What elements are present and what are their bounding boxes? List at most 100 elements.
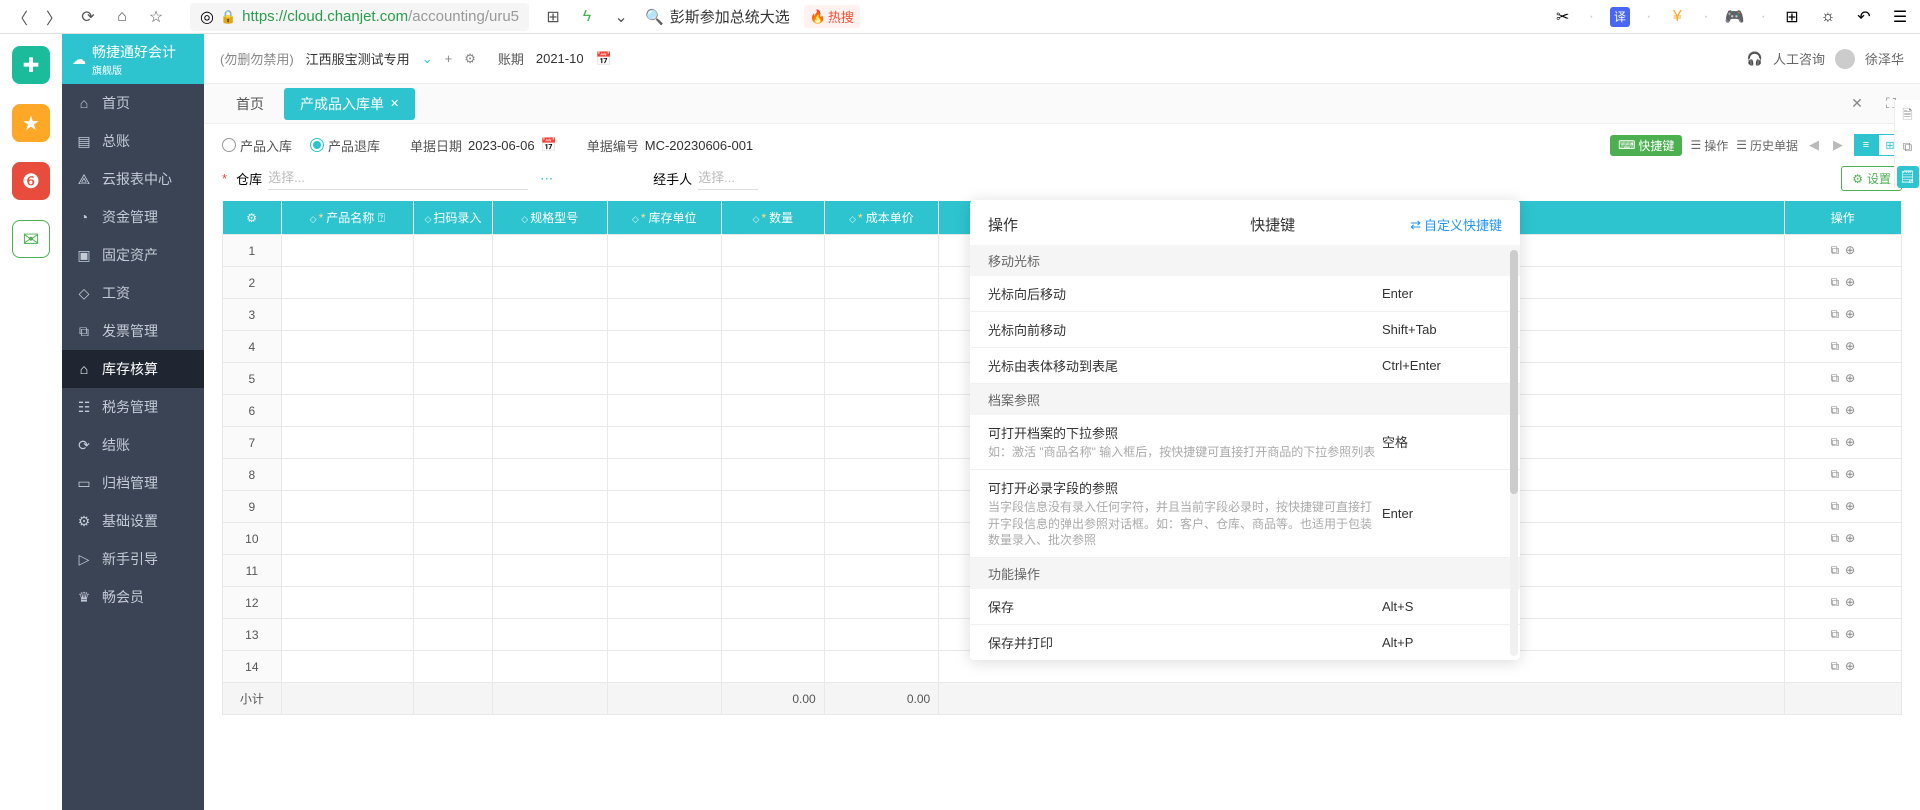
coin-icon[interactable]: ¥	[1667, 7, 1687, 27]
col-1[interactable]: ◇*产品名称 ⍰	[281, 201, 413, 235]
game-icon[interactable]: 🎮	[1725, 7, 1745, 27]
add-icon[interactable]: ⊕	[1845, 467, 1855, 482]
warehouse-select[interactable]: 选择...	[268, 167, 528, 190]
copy-icon[interactable]: ⧉	[1830, 403, 1839, 418]
copy-icon[interactable]: ⧉	[1830, 435, 1839, 450]
add-icon[interactable]: ⊕	[1845, 627, 1855, 642]
back-icon[interactable]: 〈	[10, 7, 30, 27]
translate-icon[interactable]: 译	[1610, 7, 1630, 27]
hot-search-tag[interactable]: 🔥热搜	[804, 5, 860, 28]
brightness-icon[interactable]: ☼	[1818, 7, 1838, 27]
sidebar-item-0[interactable]: ⌂首页	[62, 84, 204, 122]
copy-icon[interactable]: ⧉	[1830, 531, 1839, 546]
tab-0[interactable]: 首页	[220, 88, 280, 120]
calendar-icon[interactable]: 📅	[541, 137, 557, 153]
os-app-1[interactable]: ✚	[12, 46, 50, 84]
col-5[interactable]: ◇*数量	[721, 201, 824, 235]
history-button[interactable]: ☰ 历史单据	[1736, 137, 1798, 154]
copy-icon[interactable]: ⧉	[1830, 563, 1839, 578]
prev-icon[interactable]: ◀	[1806, 137, 1822, 153]
chevron-down-icon[interactable]: ⌄	[611, 7, 631, 27]
add-icon[interactable]: ⊕	[1845, 307, 1855, 322]
sidebar-item-1[interactable]: ▤总账	[62, 122, 204, 160]
star-icon[interactable]: ☆	[146, 7, 166, 27]
strip-note-icon[interactable]: 🗒	[1897, 166, 1919, 188]
close-icon[interactable]: ✕	[390, 97, 399, 110]
gear-icon[interactable]: ⚙	[464, 51, 476, 67]
customize-shortcut-link[interactable]: ⇄自定义快捷键	[1410, 215, 1502, 234]
add-icon[interactable]: ⊕	[1845, 435, 1855, 450]
copy-icon[interactable]: ⧉	[1830, 659, 1839, 674]
copy-icon[interactable]: ⧉	[1830, 595, 1839, 610]
copy-icon[interactable]: ⧉	[1830, 467, 1839, 482]
add-icon[interactable]: ⊕	[1845, 563, 1855, 578]
os-app-3[interactable]: ❻	[12, 162, 50, 200]
sidebar-item-4[interactable]: ▣固定资产	[62, 236, 204, 274]
os-app-2[interactable]: ★	[12, 104, 50, 142]
copy-icon[interactable]: ⧉	[1830, 339, 1839, 354]
copy-icon[interactable]: ⧉	[1830, 243, 1839, 258]
col-4[interactable]: ◇*库存单位	[607, 201, 721, 235]
sidebar-item-9[interactable]: ⟳结账	[62, 426, 204, 464]
add-icon[interactable]: ⊕	[1845, 595, 1855, 610]
add-icon[interactable]: ⊕	[1845, 339, 1855, 354]
add-icon[interactable]: ⊕	[1845, 499, 1855, 514]
list-view-button[interactable]: ≡	[1854, 134, 1878, 156]
tab-1[interactable]: 产成品入库单✕	[284, 88, 415, 120]
date-value[interactable]: 2023-06-06	[468, 138, 535, 153]
sidebar-item-5[interactable]: ◇工资	[62, 274, 204, 312]
apps-icon[interactable]: ⊞	[1782, 7, 1802, 27]
add-icon[interactable]: ⊕	[1845, 659, 1855, 674]
sidebar-item-3[interactable]: ◔资金管理	[62, 198, 204, 236]
copy-icon[interactable]: ⧉	[1830, 307, 1839, 322]
operation-button[interactable]: ☰ 操作	[1690, 137, 1728, 154]
sidebar-item-10[interactable]: ▭归档管理	[62, 464, 204, 502]
undo-icon[interactable]: ↶	[1854, 7, 1874, 27]
strip-chart-icon[interactable]: ⧉	[1897, 136, 1919, 158]
copy-icon[interactable]: ⧉	[1830, 275, 1839, 290]
col-6[interactable]: ◇*成本单价	[824, 201, 938, 235]
handler-select[interactable]: 选择...	[698, 167, 758, 190]
radio-1[interactable]: 产品退库	[310, 136, 380, 155]
add-icon[interactable]: ⊕	[1845, 531, 1855, 546]
sidebar-item-7[interactable]: ⌂库存核算	[62, 350, 204, 388]
copy-icon[interactable]: ⧉	[1830, 627, 1839, 642]
radio-0[interactable]: 产品入库	[222, 136, 292, 155]
copy-icon[interactable]: ⧉	[1830, 371, 1839, 386]
consult-link[interactable]: 人工咨询	[1773, 49, 1825, 68]
shortcut-badge[interactable]: ⌨ 快捷键	[1610, 135, 1682, 156]
browser-search[interactable]: 🔍 彭斯参加总统大选	[645, 6, 790, 27]
menu-icon[interactable]: ☰	[1890, 7, 1910, 27]
url-bar[interactable]: ◎ 🔒 https://cloud.chanjet.com/accounting…	[190, 3, 529, 31]
sidebar-item-12[interactable]: ▷新手引导	[62, 540, 204, 578]
avatar[interactable]	[1835, 49, 1855, 69]
plus-icon[interactable]: +	[445, 51, 453, 66]
sidebar-item-6[interactable]: ⧉发票管理	[62, 312, 204, 350]
forward-icon[interactable]: 〉	[44, 7, 64, 27]
copy-icon[interactable]: ⧉	[1830, 499, 1839, 514]
sidebar-item-13[interactable]: ♛畅会员	[62, 578, 204, 616]
sidebar-item-2[interactable]: ⟁云报表中心	[62, 160, 204, 198]
strip-doc-icon[interactable]: 🗎	[1897, 106, 1919, 128]
sidebar-item-8[interactable]: ☷税务管理	[62, 388, 204, 426]
sidebar-item-11[interactable]: ⚙基础设置	[62, 502, 204, 540]
settings-button[interactable]: ⚙ 设置	[1841, 166, 1902, 191]
calendar-icon[interactable]: 📅	[596, 51, 612, 67]
flash-icon[interactable]: ϟ	[577, 7, 597, 27]
add-icon[interactable]: ⊕	[1845, 275, 1855, 290]
add-icon[interactable]: ⊕	[1845, 243, 1855, 258]
home-icon[interactable]: ⌂	[112, 7, 132, 27]
next-icon[interactable]: ▶	[1830, 137, 1846, 153]
col-3[interactable]: ◇规格型号	[493, 201, 607, 235]
popover-scrollbar[interactable]	[1510, 250, 1518, 656]
add-icon[interactable]: ⊕	[1845, 403, 1855, 418]
add-icon[interactable]: ⊕	[1845, 371, 1855, 386]
col-gear[interactable]: ⚙	[223, 201, 282, 235]
reload-icon[interactable]: ⟳	[78, 7, 98, 27]
close-all-icon[interactable]: ✕	[1844, 91, 1870, 117]
scissors-icon[interactable]: ✂	[1553, 7, 1573, 27]
qr-icon[interactable]: ⊞	[543, 7, 563, 27]
os-app-4[interactable]: ✉	[12, 220, 50, 258]
col-2[interactable]: ◇扫码录入	[413, 201, 492, 235]
chevron-down-icon[interactable]: ⌄	[422, 51, 433, 67]
